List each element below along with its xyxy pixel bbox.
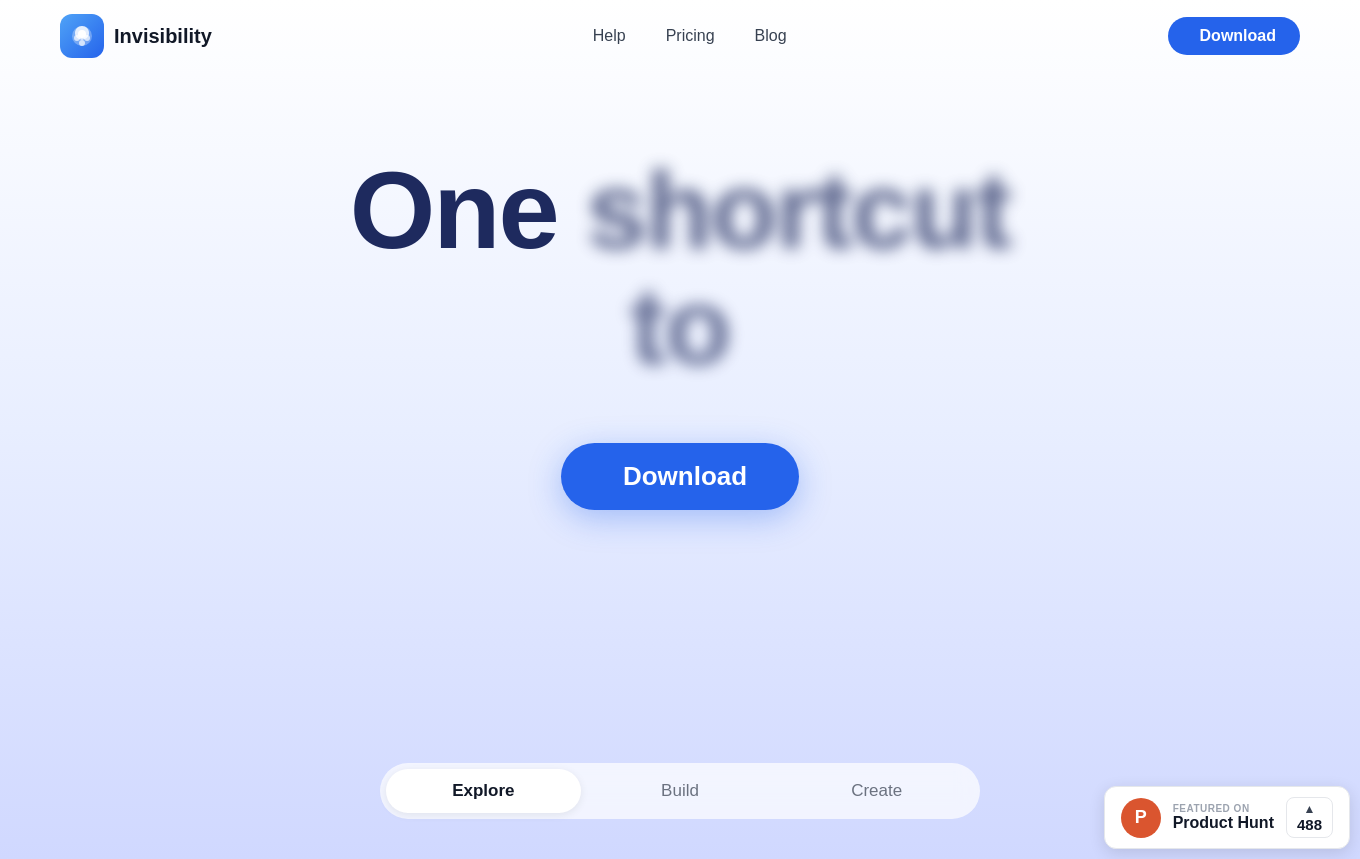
logo[interactable]: Invisibility — [60, 14, 212, 58]
nav-blog[interactable]: Blog — [755, 27, 787, 44]
ph-name: Product Hunt — [1173, 814, 1274, 832]
svg-point-2 — [74, 35, 80, 41]
hero-download-button[interactable]: Download — [561, 443, 799, 510]
ph-vote[interactable]: ▲ 488 — [1286, 797, 1333, 838]
svg-point-4 — [79, 40, 85, 46]
ph-arrow-icon: ▲ — [1304, 802, 1316, 816]
nav-download-label: Download — [1200, 27, 1276, 45]
ph-vote-count: 488 — [1297, 816, 1322, 833]
logo-icon — [60, 14, 104, 58]
hero-download-label: Download — [623, 461, 747, 492]
tab-create[interactable]: Create — [779, 769, 974, 813]
hero-line2: to — [350, 268, 1011, 384]
ph-info: FEATURED ON Product Hunt — [1173, 803, 1274, 832]
nav-download-button[interactable]: Download — [1168, 17, 1300, 55]
hero-line1-blurred: shortcut — [586, 152, 1010, 268]
hero-line1: One shortcut — [350, 152, 1011, 268]
nav-links: Help Pricing Blog — [593, 27, 787, 45]
hero-heading: One shortcut to — [350, 152, 1011, 383]
navbar: Invisibility Help Pricing Blog Download — [0, 0, 1360, 72]
ph-logo: P — [1121, 798, 1161, 838]
tab-bar: Explore Build Create — [380, 763, 980, 819]
hero-cta: Download — [561, 443, 799, 510]
logo-text: Invisibility — [114, 25, 212, 48]
hero-section: One shortcut to Download — [0, 72, 1360, 510]
ph-featured-label: FEATURED ON — [1173, 803, 1274, 814]
svg-point-3 — [84, 35, 90, 41]
tab-explore[interactable]: Explore — [386, 769, 581, 813]
nav-help[interactable]: Help — [593, 27, 626, 44]
nav-pricing[interactable]: Pricing — [666, 27, 715, 44]
product-hunt-badge[interactable]: P FEATURED ON Product Hunt ▲ 488 — [1104, 786, 1350, 849]
tab-bar-wrapper: Explore Build Create — [380, 763, 980, 819]
tab-build[interactable]: Build — [583, 769, 778, 813]
